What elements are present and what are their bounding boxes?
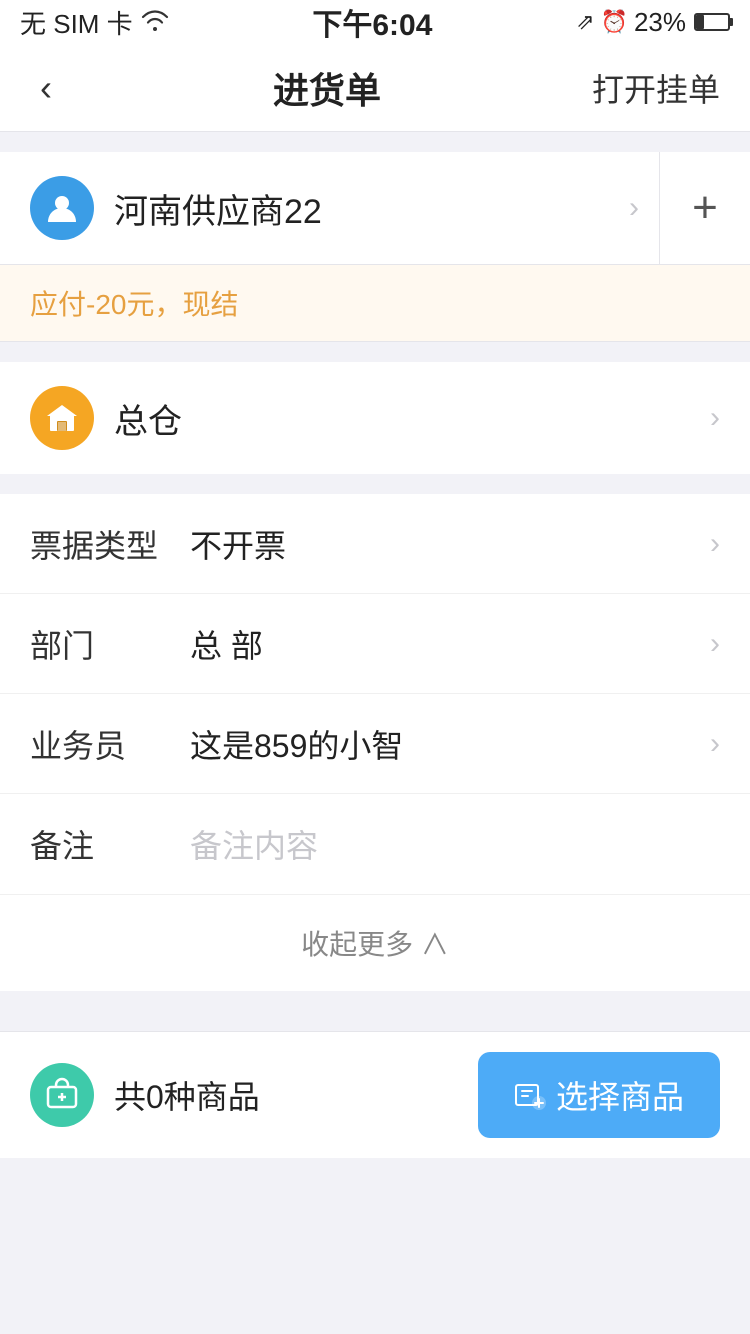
sales-label: 业务员 (30, 721, 190, 767)
notice-text: 应付-20元，现结 (30, 289, 238, 320)
invoice-label: 票据类型 (30, 521, 190, 567)
status-right: ⇗ ⏰ 23% (576, 7, 730, 38)
warehouse-icon (30, 386, 94, 450)
gap-3 (0, 474, 750, 494)
gap-4 (0, 991, 750, 1011)
select-product-button[interactable]: 选择商品 (478, 1052, 720, 1138)
alarm-icon: ⏰ (601, 9, 628, 35)
battery-text: 23% (634, 7, 686, 38)
collapse-label: 收起更多 ∧ (301, 923, 449, 963)
status-left: 无 SIM 卡 (20, 4, 169, 41)
warehouse-name: 总仓 (114, 394, 700, 443)
carrier-text: 无 SIM 卡 (20, 4, 133, 41)
nav-bar: ‹ 进货单 打开挂单 (0, 44, 750, 132)
sales-value: 这是859的小智 (190, 721, 700, 767)
supplier-chevron-icon: › (629, 191, 639, 225)
location-icon: ⇗ (576, 9, 594, 35)
dept-chevron-icon: › (710, 627, 720, 661)
product-icon (30, 1063, 94, 1127)
collapse-row[interactable]: 收起更多 ∧ (0, 894, 750, 991)
remark-row[interactable]: 备注 备注内容 (0, 794, 750, 894)
gap-2 (0, 342, 750, 362)
notice-banner: 应付-20元，现结 (0, 265, 750, 342)
supplier-section: 河南供应商22 › + (0, 152, 750, 265)
warehouse-row[interactable]: 总仓 › (0, 362, 750, 474)
warehouse-chevron-icon: › (710, 401, 720, 435)
status-bar: 无 SIM 卡 下午6:04 ⇗ ⏰ 23% (0, 0, 750, 44)
invoice-row[interactable]: 票据类型 不开票 › (0, 494, 750, 594)
add-supplier-button[interactable]: + (660, 152, 750, 264)
sales-chevron-icon: › (710, 727, 720, 761)
invoice-value: 不开票 (190, 521, 700, 567)
bottom-bar: 共0种商品 选择商品 (0, 1031, 750, 1158)
remark-label: 备注 (30, 821, 190, 867)
form-section: 票据类型 不开票 › 部门 总 部 › 业务员 这是859的小智 › 备注 备注… (0, 494, 750, 894)
open-pending-button[interactable]: 打开挂单 (592, 65, 720, 111)
invoice-chevron-icon: › (710, 527, 720, 561)
dept-value: 总 部 (190, 621, 700, 667)
status-time: 下午6:04 (312, 0, 432, 44)
page-title: 进货单 (273, 62, 381, 114)
remark-input[interactable]: 备注内容 (190, 821, 720, 867)
warehouse-section: 总仓 › (0, 362, 750, 474)
select-product-label: 选择商品 (556, 1072, 684, 1118)
gap-1 (0, 132, 750, 152)
supplier-name: 河南供应商22 (114, 184, 619, 233)
dept-label: 部门 (30, 621, 190, 667)
product-count: 共0种商品 (114, 1072, 478, 1118)
sales-row[interactable]: 业务员 这是859的小智 › (0, 694, 750, 794)
back-button[interactable]: ‹ (30, 57, 62, 119)
dept-row[interactable]: 部门 总 部 › (0, 594, 750, 694)
battery-icon (694, 13, 730, 31)
supplier-avatar (30, 176, 94, 240)
wifi-icon (141, 7, 169, 38)
supplier-row[interactable]: 河南供应商22 › (0, 152, 660, 264)
